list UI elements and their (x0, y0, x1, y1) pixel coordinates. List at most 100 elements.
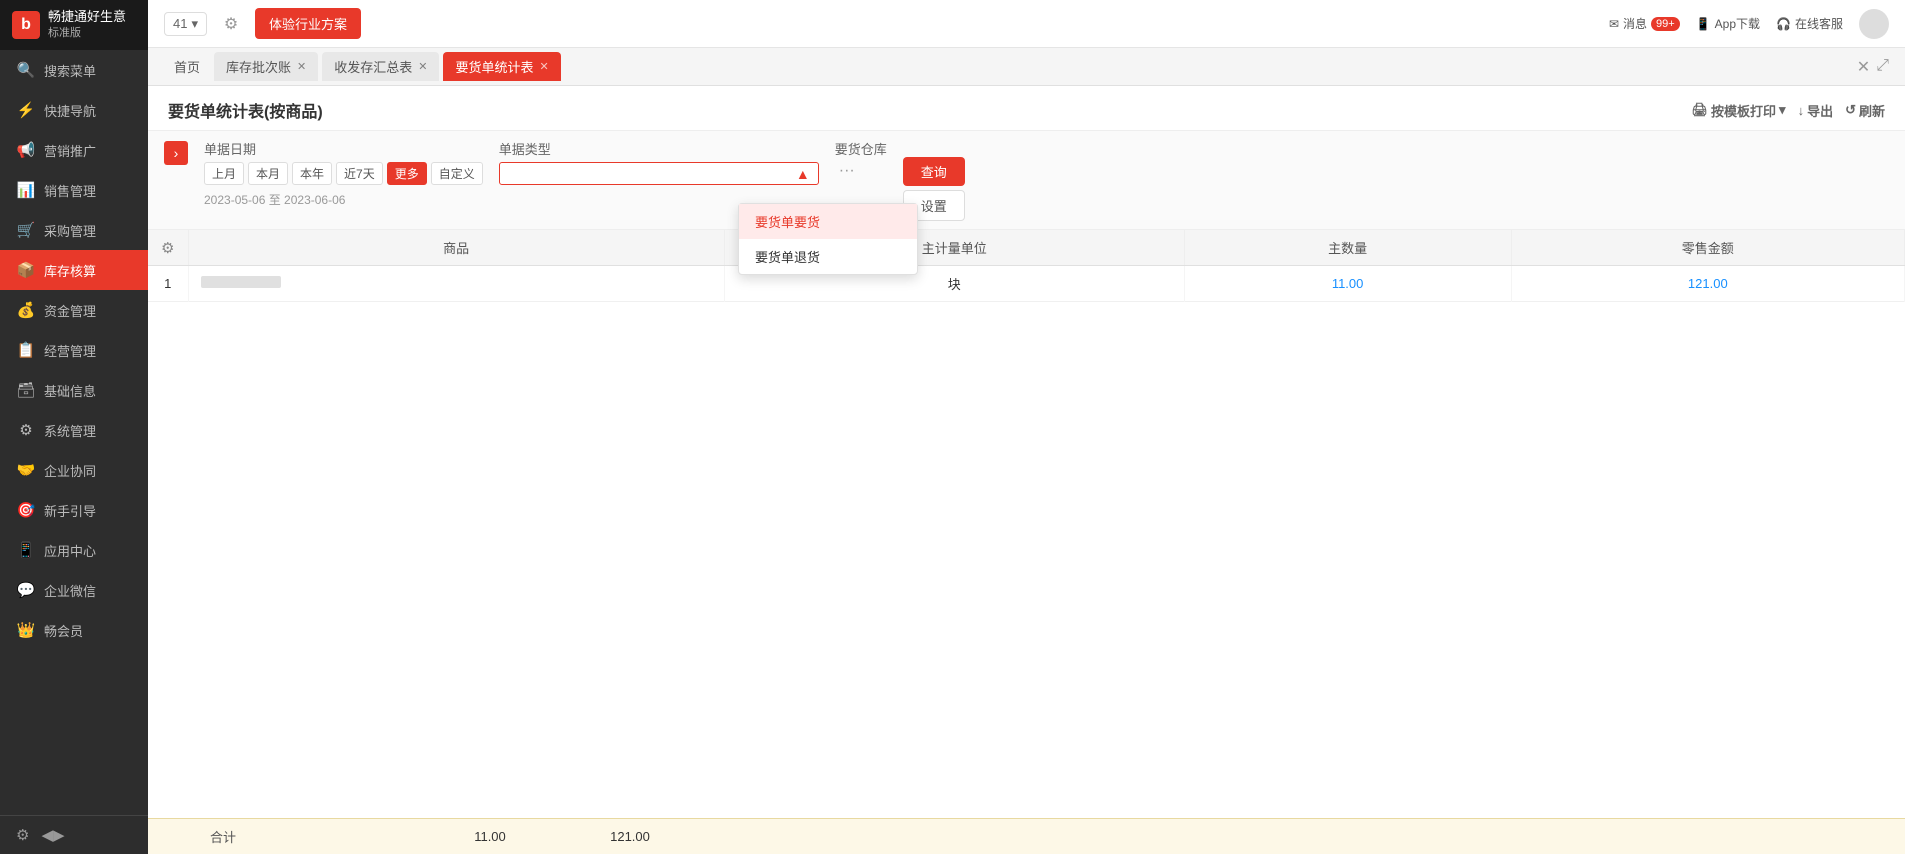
sidebar-item-sales[interactable]: 📊 销售管理 (0, 170, 148, 210)
col-settings: ⚙ (148, 230, 188, 266)
industry-button[interactable]: 体验行业方案 (255, 8, 361, 39)
tab-home[interactable]: 首页 (164, 52, 210, 81)
company-value: 41 (173, 16, 187, 31)
sidebar: b 畅捷通好生意 标准版 🔍 搜索菜单 ⚡ 快捷导航 📢 营销推广 📊 销售管理… (0, 0, 148, 854)
sidebar-item-label: 企业协同 (44, 461, 96, 480)
sidebar-item-app-center[interactable]: 📱 应用中心 (0, 530, 148, 570)
settings-bottom-icon[interactable]: ⚙ (16, 826, 29, 844)
filter-expand-button[interactable]: › (164, 141, 188, 165)
app-center-icon: 📱 (16, 540, 36, 560)
onboarding-icon: 🎯 (16, 500, 36, 520)
system-icon: ⚙ (16, 420, 36, 440)
messages-label: 消息 (1623, 15, 1647, 32)
date-7days-button[interactable]: 近7天 (336, 162, 383, 185)
cell-index: 1 (148, 266, 188, 302)
enterprise-icon: 🤝 (16, 460, 36, 480)
qty-link[interactable]: 11.00 (1332, 276, 1364, 291)
col-product: 商品 (188, 230, 724, 266)
logo-icon: b (12, 11, 40, 39)
sidebar-item-enterprise-wechat[interactable]: 💬 企业微信 (0, 570, 148, 610)
type-filter-chevron-icon[interactable]: ▲ (788, 166, 818, 182)
tab-recv-summary[interactable]: 收发存汇总表 ✕ (322, 52, 439, 81)
tab-close-icon[interactable]: ✕ (540, 60, 549, 73)
tab-label: 要货单统计表 (455, 57, 533, 76)
amount-link[interactable]: 121.00 (1688, 276, 1728, 291)
date-more-button[interactable]: 更多 (387, 162, 427, 185)
sidebar-item-label: 畅会员 (44, 621, 83, 640)
messages-button[interactable]: ✉ 消息 99+ (1609, 15, 1680, 32)
sidebar-item-inventory[interactable]: 📦 库存核算 (0, 250, 148, 290)
date-prev-month-button[interactable]: 上月 (204, 162, 244, 185)
messages-badge: 99+ (1651, 17, 1680, 31)
logo-text: 畅捷通好生意 标准版 (48, 9, 126, 40)
type-filter-input[interactable] (500, 163, 788, 184)
tab-bar: 首页 库存批次账 ✕ 收发存汇总表 ✕ 要货单统计表 ✕ ✕ ⤢ (148, 48, 1905, 86)
sidebar-item-operations[interactable]: 📋 经营管理 (0, 330, 148, 370)
sidebar-item-label: 库存核算 (44, 261, 96, 280)
sidebar-item-basic-info[interactable]: 🗃 基础信息 (0, 370, 148, 410)
finance-icon: 💰 (16, 300, 36, 320)
sidebar-item-search[interactable]: 🔍 搜索菜单 (0, 50, 148, 90)
date-custom-button[interactable]: 自定义 (431, 162, 483, 185)
operations-icon: 📋 (16, 340, 36, 360)
dropdown-item-requisition[interactable]: 要货单要货 (739, 204, 917, 239)
type-dropdown: 要货单要货 要货单退货 (738, 203, 918, 275)
tab-batch-account[interactable]: 库存批次账 ✕ (214, 52, 318, 81)
sidebar-item-label: 营销推广 (44, 141, 96, 160)
type-filter-label: 单据类型 (499, 139, 551, 158)
warehouse-more-icon[interactable]: ··· (839, 162, 855, 180)
topbar-left: 41 ▾ ⚙ 体验行业方案 (164, 8, 361, 39)
sidebar-item-onboarding[interactable]: 🎯 新手引导 (0, 490, 148, 530)
page-title: 要货单统计表(按商品) (168, 98, 323, 122)
tab-close-all-icon[interactable]: ✕ (1857, 57, 1870, 77)
refresh-button[interactable]: ↺ 刷新 (1845, 101, 1885, 120)
type-filter-input-wrap[interactable]: ▲ (499, 162, 819, 185)
sidebar-item-system[interactable]: ⚙ 系统管理 (0, 410, 148, 450)
company-selector[interactable]: 41 ▾ (164, 12, 207, 36)
topbar-settings-icon[interactable]: ⚙ (217, 10, 245, 38)
sidebar-item-marketing[interactable]: 📢 营销推广 (0, 130, 148, 170)
footer-amount: 121.00 (590, 829, 670, 844)
page-header-actions: 🖨 按模板打印 ▾ ↓ 导出 ↺ 刷新 (1692, 101, 1886, 120)
collapse-icon[interactable]: ◀▶ (41, 826, 64, 844)
sidebar-item-label: 系统管理 (44, 421, 96, 440)
export-button[interactable]: ↓ 导出 (1798, 101, 1834, 120)
chevron-down-icon: ▾ (1779, 102, 1786, 118)
date-this-year-button[interactable]: 本年 (292, 162, 332, 185)
logo-sub: 标准版 (48, 26, 126, 40)
print-button[interactable]: 🖨 按模板打印 ▾ (1692, 101, 1786, 120)
sales-icon: 📊 (16, 180, 36, 200)
cell-amount: 121.00 (1511, 266, 1904, 302)
tab-label: 库存批次账 (226, 57, 291, 76)
sidebar-item-label: 基础信息 (44, 381, 96, 400)
dropdown-item-return[interactable]: 要货单退货 (739, 239, 917, 274)
type-filter-group: 单据类型 ▲ (499, 139, 819, 185)
sidebar-item-quick-nav[interactable]: ⚡ 快捷导航 (0, 90, 148, 130)
query-button[interactable]: 查询 (903, 157, 965, 186)
enterprise-wechat-icon: 💬 (16, 580, 36, 600)
tab-close-icon[interactable]: ✕ (418, 60, 427, 73)
topbar: 41 ▾ ⚙ 体验行业方案 ✉ 消息 99+ 📱 App下载 🎧 在线客服 (148, 0, 1905, 48)
sidebar-item-label: 经营管理 (44, 341, 96, 360)
main-area: 41 ▾ ⚙ 体验行业方案 ✉ 消息 99+ 📱 App下载 🎧 在线客服 (148, 0, 1905, 854)
table-settings-icon[interactable]: ⚙ (161, 240, 174, 257)
tab-expand-icon[interactable]: ⤢ (1876, 57, 1889, 77)
sidebar-item-member[interactable]: 👑 畅会员 (0, 610, 148, 650)
filter-bar: › 单据日期 上月 本月 本年 近7天 更多 自定义 2023-05-06 至 … (148, 130, 1905, 230)
app-download-button[interactable]: 📱 App下载 (1696, 15, 1760, 32)
avatar[interactable] (1859, 9, 1889, 39)
sidebar-item-label: 应用中心 (44, 541, 96, 560)
warehouse-filter-wrap: ··· (835, 162, 855, 180)
tab-order-summary[interactable]: 要货单统计表 ✕ (443, 52, 560, 81)
tab-label: 收发存汇总表 (334, 57, 412, 76)
date-this-month-button[interactable]: 本月 (248, 162, 288, 185)
online-service-button[interactable]: 🎧 在线客服 (1776, 15, 1843, 32)
sidebar-item-label: 搜索菜单 (44, 61, 96, 80)
sidebar-item-finance[interactable]: 💰 资金管理 (0, 290, 148, 330)
chevron-down-icon: ▾ (191, 16, 198, 32)
tab-controls: ✕ ⤢ (1857, 57, 1889, 77)
tab-close-icon[interactable]: ✕ (297, 60, 306, 73)
sidebar-item-purchase[interactable]: 🛒 采购管理 (0, 210, 148, 250)
basic-info-icon: 🗃 (16, 380, 36, 400)
sidebar-item-enterprise[interactable]: 🤝 企业协同 (0, 450, 148, 490)
